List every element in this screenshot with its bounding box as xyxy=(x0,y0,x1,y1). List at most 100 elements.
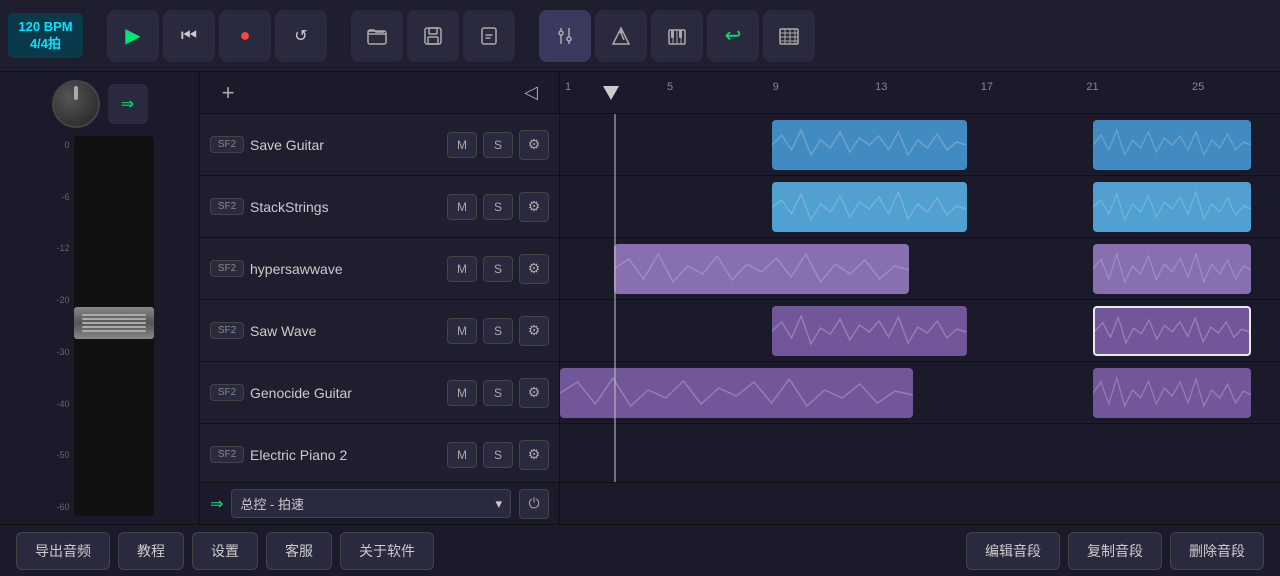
track-info-4: SF2 Saw Wave M S ⚙ xyxy=(200,300,560,361)
track-name-5: Genocide Guitar xyxy=(250,385,441,401)
clip[interactable] xyxy=(1093,368,1251,418)
track-content-2[interactable] xyxy=(560,176,1280,237)
play-button[interactable]: ▶ xyxy=(107,10,159,62)
record-button[interactable]: ● xyxy=(219,10,271,62)
master-knob[interactable] xyxy=(52,80,100,128)
clip-selected[interactable] xyxy=(1093,306,1251,356)
track-info-1: SF2 Save Guitar M S ⚙ xyxy=(200,114,560,175)
save-button[interactable] xyxy=(407,10,459,62)
export-audio-button[interactable]: 导出音频 xyxy=(16,532,110,570)
edit-segment-button[interactable]: 编辑音段 xyxy=(966,532,1060,570)
sf2-badge-5: SF2 xyxy=(210,384,244,401)
solo-button-1[interactable]: S xyxy=(483,132,513,158)
fader-handle[interactable] xyxy=(74,307,154,339)
sf2-badge-4: SF2 xyxy=(210,322,244,339)
rewind-button[interactable]: ⏮ xyxy=(163,10,215,62)
piano-roll-button[interactable] xyxy=(763,10,815,62)
clip[interactable] xyxy=(1093,182,1251,232)
solo-button-4[interactable]: S xyxy=(483,318,513,344)
fader-area: 0 -6 -12 -20 -30 -40 -50 -60 xyxy=(4,136,195,516)
main-area: ⇒ 0 -6 -12 -20 -30 -40 -50 -60 xyxy=(0,72,1280,524)
about-button[interactable]: 关于软件 xyxy=(340,532,434,570)
sf2-badge-3: SF2 xyxy=(210,260,244,277)
clip[interactable] xyxy=(1093,244,1251,294)
master-row: ⇒ 总控 - 拍速 ▾ ⏻ xyxy=(200,482,1280,524)
clip[interactable] xyxy=(772,306,966,356)
tracks-scroll: SF2 Save Guitar M S ⚙ xyxy=(200,114,1280,482)
clip[interactable] xyxy=(772,120,966,170)
track-name-2: StackStrings xyxy=(250,199,441,215)
track-name-1: Save Guitar xyxy=(250,137,441,153)
solo-button-3[interactable]: S xyxy=(483,256,513,282)
clip[interactable] xyxy=(1093,120,1251,170)
timeline-marker-21: 21 xyxy=(1086,81,1098,93)
mute-button-1[interactable]: M xyxy=(447,132,477,158)
tutorial-button[interactable]: 教程 xyxy=(118,532,184,570)
solo-button-2[interactable]: S xyxy=(483,194,513,220)
mute-button-4[interactable]: M xyxy=(447,318,477,344)
fader-track[interactable] xyxy=(74,136,154,516)
master-left: ⇒ 总控 - 拍速 ▾ ⏻ xyxy=(200,483,560,524)
timeline-marker-1: 1 xyxy=(565,81,571,93)
bottom-right-buttons: 编辑音段 复制音段 删除音段 xyxy=(966,532,1264,570)
settings-button-3[interactable]: ⚙ xyxy=(519,254,549,284)
master-arrow-icon: ⇒ xyxy=(210,494,223,514)
settings-button-2[interactable]: ⚙ xyxy=(519,192,549,222)
master-select[interactable]: 总控 - 拍速 ▾ xyxy=(231,489,511,518)
track-content-1[interactable] xyxy=(560,114,1280,175)
playhead[interactable] xyxy=(603,86,619,100)
folder-button[interactable] xyxy=(351,10,403,62)
support-button[interactable]: 客服 xyxy=(266,532,332,570)
settings-button-4[interactable]: ⚙ xyxy=(519,316,549,346)
mute-button-5[interactable]: M xyxy=(447,380,477,406)
track-info-2: SF2 StackStrings M S ⚙ xyxy=(200,176,560,237)
mixer-button[interactable] xyxy=(539,10,591,62)
add-track-button[interactable]: + xyxy=(212,77,244,109)
bpm-display[interactable]: 120 BPM 4/4拍 xyxy=(8,13,83,59)
track-name-4: Saw Wave xyxy=(250,323,441,339)
timeline-marker-13: 13 xyxy=(875,81,887,93)
clip[interactable] xyxy=(560,368,913,418)
track-info-5: SF2 Genocide Guitar M S ⚙ xyxy=(200,362,560,423)
delete-segment-button[interactable]: 删除音段 xyxy=(1170,532,1264,570)
main-toolbar: 120 BPM 4/4拍 ▶ ⏮ ● ↺ ↩ xyxy=(0,0,1280,72)
settings-button-5[interactable]: ⚙ xyxy=(519,378,549,408)
track-info-3: SF2 hypersawwave M S ⚙ xyxy=(200,238,560,299)
master-power-button[interactable]: ⏻ xyxy=(519,489,549,519)
route-button[interactable]: ⇒ xyxy=(108,84,148,124)
mute-button-3[interactable]: M xyxy=(447,256,477,282)
time-signature: 4/4拍 xyxy=(18,36,73,53)
master-dropdown-icon: ▾ xyxy=(495,496,502,512)
track-content-3[interactable] xyxy=(560,238,1280,299)
solo-button-5[interactable]: S xyxy=(483,380,513,406)
clip[interactable] xyxy=(614,244,909,294)
solo-button-6[interactable]: S xyxy=(483,442,513,468)
table-row: SF2 StackStrings M S ⚙ xyxy=(200,176,1280,238)
mute-button-6[interactable]: M xyxy=(447,442,477,468)
settings-button-1[interactable]: ⚙ xyxy=(519,130,549,160)
track-info-6: SF2 Electric Piano 2 M S ⚙ xyxy=(200,424,560,482)
metronome-button[interactable] xyxy=(595,10,647,62)
mute-button-2[interactable]: M xyxy=(447,194,477,220)
sf2-badge-2: SF2 xyxy=(210,198,244,215)
export-button[interactable] xyxy=(463,10,515,62)
collapse-button[interactable]: ◁ xyxy=(515,77,547,109)
loop-button[interactable]: ↺ xyxy=(275,10,327,62)
table-row: SF2 hypersawwave M S ⚙ xyxy=(200,238,1280,300)
track-content-5[interactable] xyxy=(560,362,1280,423)
timeline-area: 1 5 9 13 17 21 25 xyxy=(560,81,1280,105)
track-content-4[interactable] xyxy=(560,300,1280,361)
track-list-container: + ◁ 1 5 9 13 17 21 25 xyxy=(200,72,1280,524)
knob-row: ⇒ xyxy=(4,80,195,128)
bpm-value: 120 BPM xyxy=(18,19,73,36)
return-button[interactable]: ↩ xyxy=(707,10,759,62)
piano-button[interactable] xyxy=(651,10,703,62)
timeline-marker-9: 9 xyxy=(773,81,779,93)
settings-button-6[interactable]: ⚙ xyxy=(519,440,549,470)
master-select-label: 总控 - 拍速 xyxy=(240,494,304,513)
clip[interactable] xyxy=(772,182,966,232)
settings-button[interactable]: 设置 xyxy=(192,532,258,570)
track-content-6[interactable] xyxy=(560,424,1280,482)
copy-segment-button[interactable]: 复制音段 xyxy=(1068,532,1162,570)
left-panel: ⇒ 0 -6 -12 -20 -30 -40 -50 -60 xyxy=(0,72,200,524)
